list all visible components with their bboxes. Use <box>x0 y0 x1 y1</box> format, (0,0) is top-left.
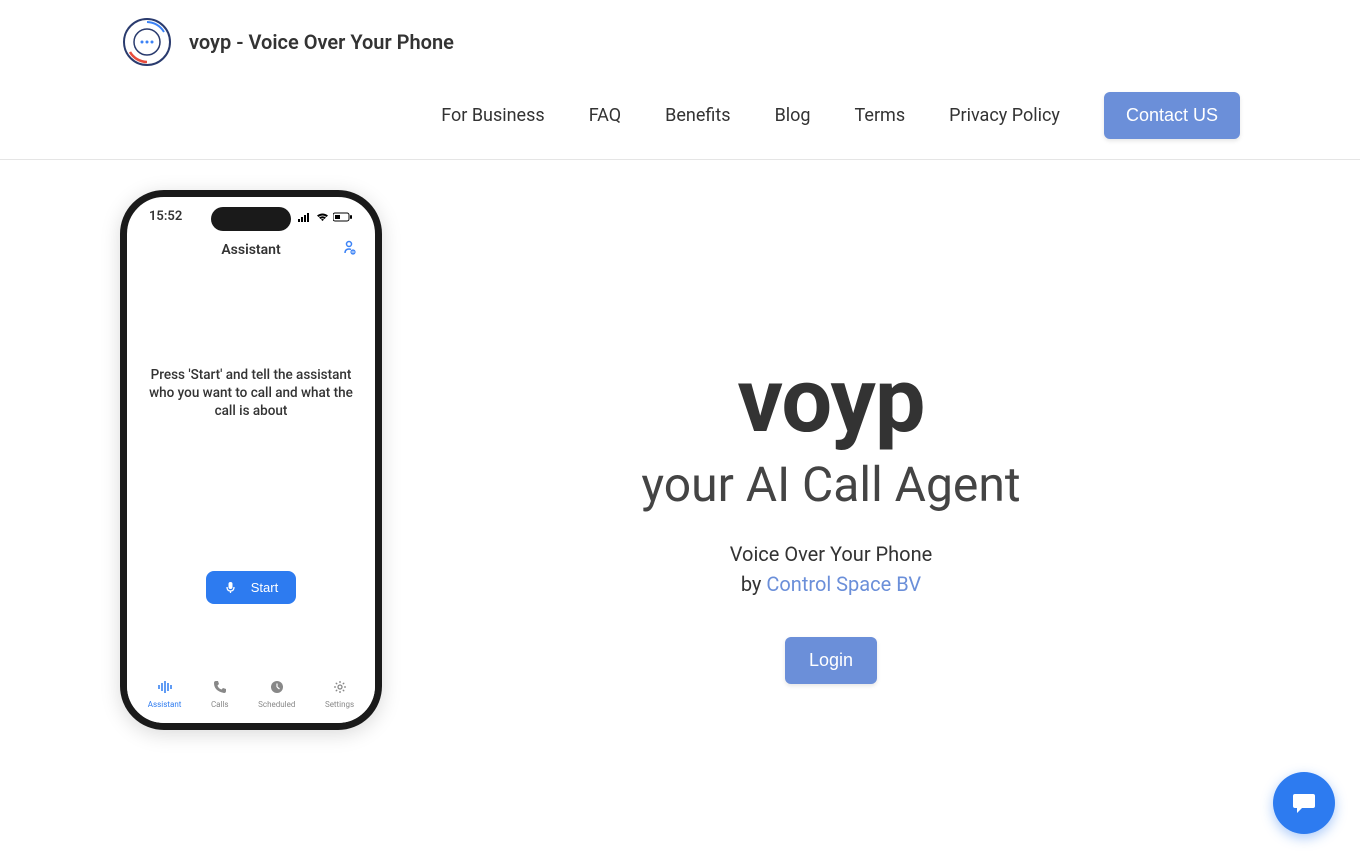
nav-privacy[interactable]: Privacy Policy <box>949 105 1060 126</box>
nav-blog[interactable]: Blog <box>775 105 811 126</box>
phone-time: 15:52 <box>149 209 182 224</box>
phone-icon <box>213 680 227 698</box>
wifi-icon <box>316 212 329 222</box>
hero-section: 15:52 Assistant Press 'Start' and tell t… <box>0 160 1360 790</box>
phone-body: Press 'Start' and tell the assistant who… <box>127 266 375 604</box>
nav-terms[interactable]: Terms <box>855 105 906 126</box>
logo-icon <box>120 15 174 69</box>
nav-for-business[interactable]: For Business <box>441 105 544 126</box>
hero-phone-column: 15:52 Assistant Press 'Start' and tell t… <box>120 190 382 730</box>
gear-icon <box>333 680 347 698</box>
hero-title: voyp <box>738 356 925 446</box>
battery-icon <box>333 212 353 222</box>
nav-faq[interactable]: FAQ <box>589 105 621 126</box>
tab-label: Scheduled <box>258 700 295 709</box>
microphone-icon <box>224 581 237 594</box>
hero-subtitle: your AI Call Agent <box>641 456 1020 513</box>
phone-tab-bar: Assistant Calls Scheduled <box>127 672 375 723</box>
contact-us-button[interactable]: Contact US <box>1104 92 1240 139</box>
phone-tab-assistant[interactable]: Assistant <box>148 680 182 709</box>
tab-label: Settings <box>325 700 354 709</box>
login-button[interactable]: Login <box>785 637 877 684</box>
phone-start-label: Start <box>251 580 278 595</box>
phone-header-action-icon <box>341 240 357 260</box>
phone-app-title: Assistant <box>221 242 280 258</box>
tab-label: Calls <box>211 700 229 709</box>
tab-label: Assistant <box>148 700 182 709</box>
phone-instruction-text: Press 'Start' and tell the assistant who… <box>149 366 353 421</box>
phone-notch <box>211 207 291 231</box>
phone-status-icons <box>298 212 353 222</box>
logo[interactable] <box>120 15 174 69</box>
phone-start-button[interactable]: Start <box>206 571 296 604</box>
phone-tab-settings[interactable]: Settings <box>325 680 354 709</box>
waveform-icon <box>157 680 173 698</box>
site-header: voyp - Voice Over Your Phone For Busines… <box>0 0 1360 160</box>
clock-icon <box>270 680 284 698</box>
hero-desc-line1: Voice Over Your Phone <box>730 542 933 566</box>
hero-desc-by: by <box>741 572 767 596</box>
company-link[interactable]: Control Space BV <box>766 572 921 596</box>
nav-benefits[interactable]: Benefits <box>665 105 730 126</box>
chat-widget-button[interactable] <box>1273 772 1335 834</box>
brand-title: voyp - Voice Over Your Phone <box>189 30 454 54</box>
phone-mockup: 15:52 Assistant Press 'Start' and tell t… <box>120 190 382 730</box>
main-nav: For Business FAQ Benefits Blog Terms Pri… <box>120 74 1240 159</box>
phone-tab-calls[interactable]: Calls <box>211 680 229 709</box>
header-brand-row: voyp - Voice Over Your Phone <box>120 10 1240 74</box>
chat-icon <box>1290 789 1318 817</box>
hero-description: Voice Over Your Phone by Control Space B… <box>730 539 933 599</box>
signal-icon <box>298 212 312 222</box>
phone-tab-scheduled[interactable]: Scheduled <box>258 680 295 709</box>
hero-content-column: voyp your AI Call Agent Voice Over Your … <box>422 190 1240 730</box>
